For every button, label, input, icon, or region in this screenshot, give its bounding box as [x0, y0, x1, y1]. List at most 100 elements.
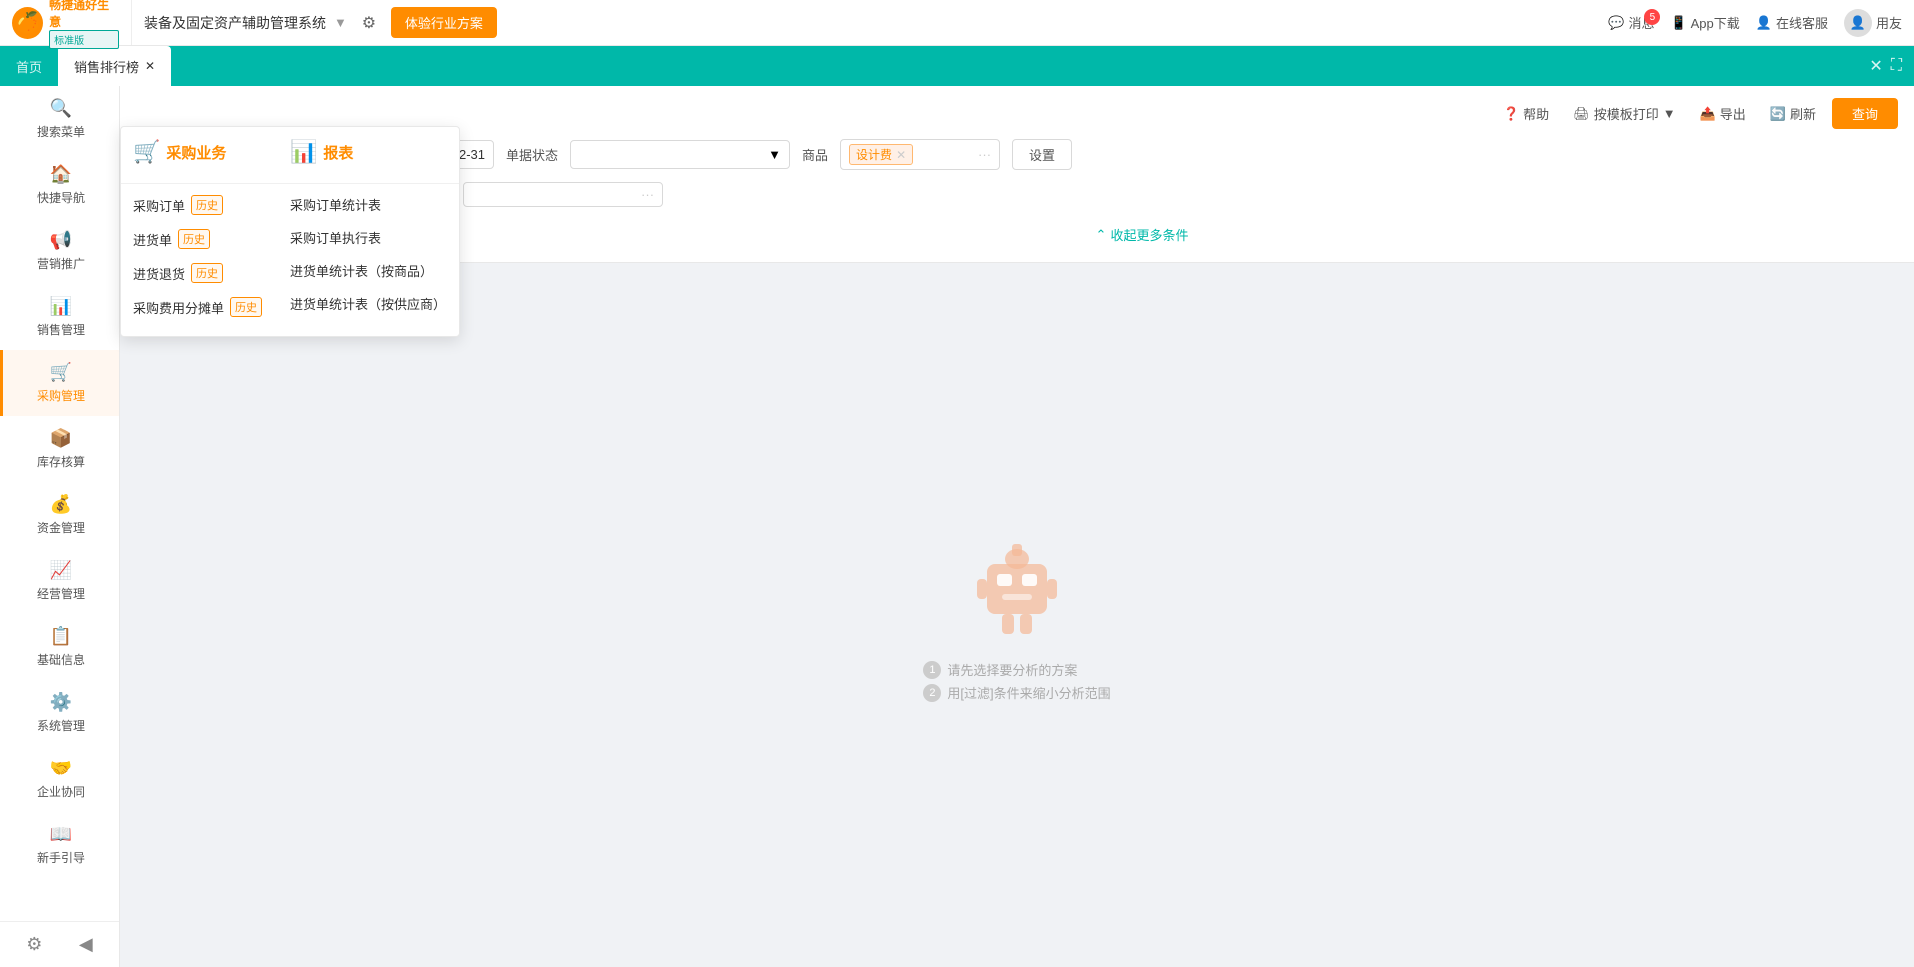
sidebar-item-purchase[interactable]: 🛒 采购管理 [0, 350, 119, 416]
sidebar-item-operations[interactable]: 📈 经营管理 [0, 548, 119, 614]
top-right: 💬 消息 5 📱 App下载 👤 在线客服 👤 用友 [1608, 9, 1902, 37]
query-btn[interactable]: 查询 [1832, 98, 1898, 129]
refresh-btn[interactable]: 🔄 刷新 [1762, 100, 1824, 127]
status-select[interactable]: ▼ [570, 140, 790, 169]
inventory-icon: 📦 [50, 428, 72, 449]
purchase-order-label: 采购订单 [133, 196, 185, 215]
settings-btn[interactable]: 设置 [1012, 139, 1072, 170]
sidebar-enterprise-label: 企业协同 [37, 783, 85, 800]
hint-num-2: 2 [923, 684, 941, 702]
empty-hints: 1 请先选择要分析的方案 2 用[过滤]条件来缩小分析范围 [923, 656, 1110, 706]
logo-area: 🍊 畅捷通好生意 标准版 [12, 0, 132, 45]
return-label: 进货退货 [133, 264, 185, 283]
purchase-biz-icon: 🛒 [133, 139, 160, 165]
menu-item-inbound-stat-goods[interactable]: 进货单统计表（按商品） [290, 254, 447, 287]
export-label: 导出 [1720, 104, 1746, 123]
title-arrow-icon[interactable]: ▼ [334, 15, 347, 30]
menu-item-order-stat[interactable]: 采购订单统计表 [290, 188, 447, 221]
status-arrow-icon: ▼ [768, 147, 781, 162]
dropdown-content: 采购订单 历史 进货单 历史 进货退货 历史 采购费用分摊单 历史 [121, 188, 459, 324]
export-btn[interactable]: 📤 导出 [1692, 100, 1754, 127]
purchase-icon: 🛒 [50, 362, 72, 383]
refresh-icon: 🔄 [1770, 106, 1786, 122]
settings-icon[interactable]: ⚙ [355, 9, 383, 37]
help-icon: ❓ [1503, 106, 1519, 122]
hint-step-2: 2 用[过滤]条件来缩小分析范围 [923, 683, 1110, 702]
purchase-dropdown-menu: 🛒 采购业务 📊 报表 采购订单 历史 进货单 历史 [120, 126, 460, 337]
guide-icon: 📖 [50, 824, 72, 845]
menu-item-order-exec[interactable]: 采购订单执行表 [290, 221, 447, 254]
menu-item-return[interactable]: 进货退货 历史 [133, 256, 290, 290]
empty-illustration [957, 524, 1077, 644]
tab-close-icon[interactable]: ✕ [145, 59, 155, 73]
sidebar-item-quicknav[interactable]: 🏠 快捷导航 [0, 152, 119, 218]
menu-item-expense[interactable]: 采购费用分摊单 历史 [133, 290, 290, 324]
sidebar-item-basicinfo[interactable]: 📋 基础信息 [0, 614, 119, 680]
inbound-stat-goods-label: 进货单统计表（按商品） [290, 261, 433, 280]
sidebar-item-system[interactable]: ⚙️ 系统管理 [0, 680, 119, 746]
sidebar: 🔍 搜索菜单 🏠 快捷导航 📢 营销推广 📊 销售管理 🛒 采购管理 📦 库存核… [0, 86, 120, 967]
goods-input[interactable]: 设计费 ✕ ··· [840, 139, 1000, 170]
print-btn[interactable]: 🖨 按模板打印 ▼ [1565, 100, 1683, 127]
basicinfo-icon: 📋 [50, 626, 72, 647]
goods-label: 商品 [802, 145, 828, 164]
export-icon: 📤 [1700, 106, 1716, 122]
toolbar-right: ❓ 帮助 🖨 按模板打印 ▼ 📤 导出 🔄 刷新 [1495, 98, 1898, 129]
sales-icon: 📊 [50, 296, 72, 317]
user-menu[interactable]: 👤 用友 [1844, 9, 1902, 37]
report-icon: 📊 [290, 139, 317, 165]
sidebar-search-label: 搜索菜单 [37, 123, 85, 140]
app-download-btn[interactable]: 📱 App下载 [1670, 13, 1739, 32]
sidebar-item-capital[interactable]: 💰 资金管理 [0, 482, 119, 548]
sidebar-item-enterprise[interactable]: 🤝 企业协同 [0, 746, 119, 812]
headset-icon: 👤 [1756, 15, 1772, 31]
sidebar-item-sales[interactable]: 📊 销售管理 [0, 284, 119, 350]
tab-home[interactable]: 首页 [0, 46, 58, 86]
sidebar-purchase-label: 采购管理 [37, 387, 85, 404]
sidebar-item-marketing[interactable]: 📢 营销推广 [0, 218, 119, 284]
online-service-label: 在线客服 [1776, 13, 1828, 32]
sidebar-item-search[interactable]: 🔍 搜索菜单 [0, 86, 119, 152]
tab-sales-rank[interactable]: 销售排行榜 ✕ [58, 46, 171, 86]
footer-settings-icon[interactable]: ⚙ [26, 934, 42, 955]
salesman-dots: ··· [641, 187, 654, 202]
menu-item-inbound[interactable]: 进货单 历史 [133, 222, 290, 256]
expense-badge: 历史 [230, 297, 262, 317]
dropdown-divider [121, 183, 459, 184]
tab-controls: ✕ ⛶ [1869, 56, 1914, 76]
notification-count: 5 [1644, 9, 1660, 25]
sidebar-item-guide[interactable]: 📖 新手引导 [0, 812, 119, 878]
system-title: 装备及固定资产辅助管理系统 [144, 13, 326, 33]
salesman-input[interactable]: ··· [463, 182, 663, 207]
help-btn[interactable]: ❓ 帮助 [1495, 100, 1557, 127]
capital-icon: 💰 [50, 494, 72, 515]
user-avatar: 👤 [1844, 9, 1872, 37]
app-download-label: App下载 [1691, 13, 1740, 32]
dropdown-col2: 采购订单统计表 采购订单执行表 进货单统计表（按商品） 进货单统计表（按供应商） [290, 188, 447, 324]
dropdown-col1: 采购订单 历史 进货单 历史 进货退货 历史 采购费用分摊单 历史 [133, 188, 290, 324]
online-service-btn[interactable]: 👤 在线客服 [1756, 13, 1828, 32]
empty-state: 1 请先选择要分析的方案 2 用[过滤]条件来缩小分析范围 [120, 263, 1914, 967]
sidebar-basicinfo-label: 基础信息 [37, 651, 85, 668]
notification-btn[interactable]: 💬 消息 5 [1608, 13, 1654, 32]
content-area: ❓ 帮助 🖨 按模板打印 ▼ 📤 导出 🔄 刷新 [120, 86, 1914, 967]
title-area: 装备及固定资产辅助管理系统 ▼ ⚙ [144, 9, 383, 37]
industry-btn[interactable]: 体验行业方案 [391, 7, 497, 38]
purchase-order-badge: 历史 [191, 195, 223, 215]
collapse-btn[interactable]: ⌃ 收起更多条件 [1090, 219, 1195, 250]
inbound-stat-supplier-label: 进货单统计表（按供应商） [290, 294, 446, 313]
dropdown-col1-title: 🛒 采购业务 [133, 139, 290, 171]
tab-maximize-icon[interactable]: ⛶ [1891, 57, 1902, 75]
tab-close-window-icon[interactable]: ✕ [1869, 56, 1882, 76]
tab-bar: 首页 销售排行榜 ✕ ✕ ⛶ [0, 46, 1914, 86]
sidebar-guide-label: 新手引导 [37, 849, 85, 866]
expense-label: 采购费用分摊单 [133, 298, 224, 317]
top-bar: 🍊 畅捷通好生意 标准版 装备及固定资产辅助管理系统 ▼ ⚙ 体验行业方案 💬 … [0, 0, 1914, 46]
menu-item-purchase-order[interactable]: 采购订单 历史 [133, 188, 290, 222]
footer-collapse-icon[interactable]: ◀ [79, 934, 93, 955]
goods-tag-remove-icon[interactable]: ✕ [896, 148, 906, 162]
tab-home-label: 首页 [16, 57, 42, 76]
marketing-icon: 📢 [50, 230, 72, 251]
menu-item-inbound-stat-supplier[interactable]: 进货单统计表（按供应商） [290, 287, 447, 320]
sidebar-item-inventory[interactable]: 📦 库存核算 [0, 416, 119, 482]
